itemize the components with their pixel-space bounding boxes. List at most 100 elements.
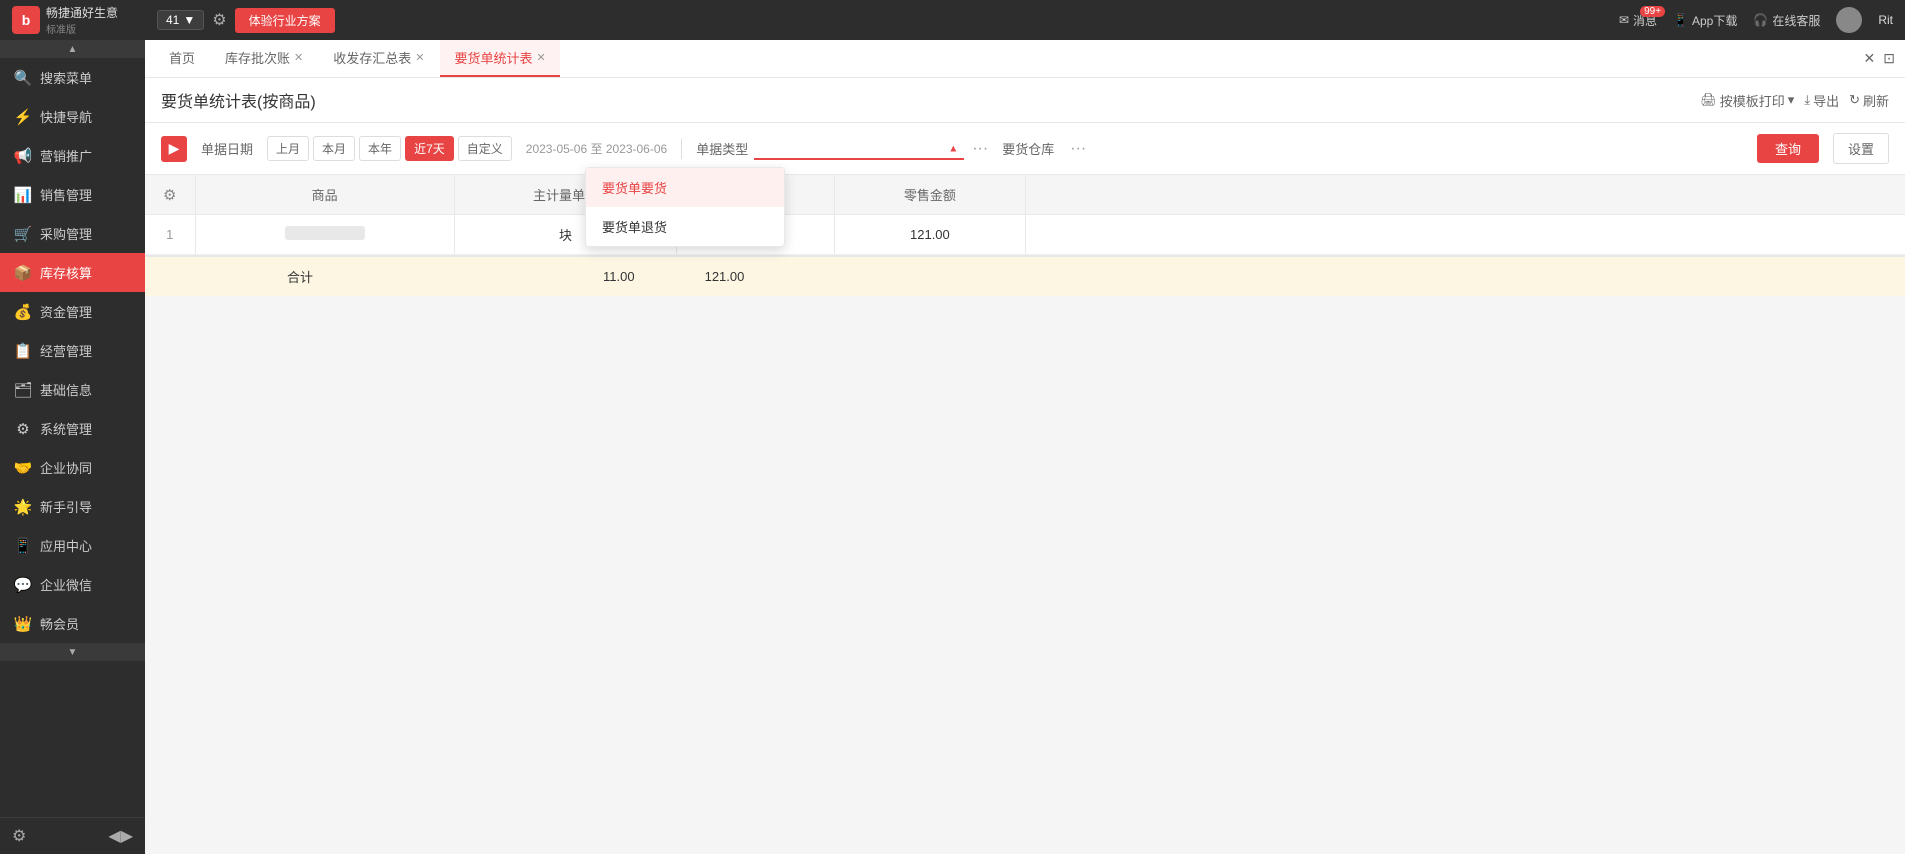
custom-btn[interactable]: 自定义 — [458, 136, 512, 161]
money-icon: 💰 — [14, 303, 32, 321]
table-row: 1 块 11.00 121.00 — [145, 215, 1905, 255]
megaphone-icon: 📢 — [14, 147, 32, 165]
page-header: 要货单统计表(按商品) 🖨 按模板打印 ▾ ⤓ 导出 ↻ 刷新 — [145, 78, 1905, 123]
date-label: 单据日期 — [201, 139, 253, 158]
sidebar-item-member[interactable]: 👑 畅会员 — [0, 604, 145, 643]
app-download-btn[interactable]: 📱 App下载 — [1673, 12, 1737, 29]
online-service-btn[interactable]: 🎧 在线客服 — [1753, 12, 1820, 29]
message-badge: 99+ — [1640, 6, 1665, 17]
table-container: ⚙ 商品 主计量单位 主数量 零售金额 1 — [145, 175, 1905, 255]
sidebar-item-label: 快捷导航 — [40, 107, 92, 126]
refresh-btn[interactable]: ↻ 刷新 — [1849, 91, 1889, 110]
col-extra — [1025, 175, 1905, 215]
crown-icon: 👑 — [14, 615, 32, 633]
dropdown-item-order-return[interactable]: 要货单退货 — [586, 207, 784, 246]
type-select[interactable] — [754, 137, 964, 160]
company-selector[interactable]: 41 ▼ — [157, 10, 204, 30]
type-select-wrapper[interactable] — [754, 137, 964, 160]
print-btn[interactable]: 🖨 按模板打印 ▾ — [1700, 91, 1794, 110]
type-dropdown: 要货单要货 要货单退货 — [585, 167, 785, 247]
sidebar-item-label: 采购管理 — [40, 224, 92, 243]
tab-inventory-batch[interactable]: 库存批次账 ✕ — [211, 40, 317, 77]
more-btn[interactable]: ··· — [972, 140, 988, 158]
maximize-icon[interactable]: ⊡ — [1883, 50, 1895, 67]
sidebar-item-label: 系统管理 — [40, 419, 92, 438]
chevron-down-icon: ▾ — [1788, 92, 1795, 108]
sidebar-item-inventory[interactable]: 📦 库存核算 — [0, 253, 145, 292]
this-year-btn[interactable]: 本年 — [359, 136, 401, 161]
product-cell — [195, 215, 454, 255]
sidebar-item-label: 企业协同 — [40, 458, 92, 477]
industry-btn[interactable]: 体验行业方案 — [235, 8, 335, 33]
content-area: 首页 库存批次账 ✕ 收发存汇总表 ✕ 要货单统计表 ✕ ✕ ⊡ 要 — [145, 40, 1905, 854]
dropdown-item-order-goods[interactable]: 要货单要货 — [586, 168, 784, 207]
sidebar-item-operations[interactable]: 📋 经营管理 — [0, 331, 145, 370]
collapse-icon[interactable]: ◀▶ — [108, 826, 133, 846]
sidebar-item-enterprise[interactable]: 🤝 企业协同 — [0, 448, 145, 487]
sidebar-item-base[interactable]: 🗂 基础信息 — [0, 370, 145, 409]
user-avatar[interactable] — [1836, 7, 1862, 33]
sidebar-item-label: 基础信息 — [40, 380, 92, 399]
export-icon: ⤓ — [1804, 92, 1810, 108]
sidebar-item-apps[interactable]: 📱 应用中心 — [0, 526, 145, 565]
filter-toggle-btn[interactable]: ▶ — [161, 136, 187, 162]
main-layout: ▲ 🔍 搜索菜单 ⚡ 快捷导航 📢 营销推广 📊 销售管理 🛒 采购管理 📦 库… — [0, 40, 1905, 854]
clipboard-icon: 📋 — [14, 342, 32, 360]
message-icon: ✉ — [1619, 13, 1629, 27]
7days-btn[interactable]: 近7天 — [405, 136, 454, 161]
page-title: 要货单统计表(按商品) — [161, 88, 316, 112]
app-name: 畅捷通好生意 — [46, 4, 118, 21]
type-filter: 单据类型 ··· — [696, 137, 988, 160]
settings-bottom-icon[interactable]: ⚙ — [12, 826, 26, 846]
chart-icon: 📊 — [14, 186, 32, 204]
sidebar-scroll-up[interactable]: ▲ — [0, 40, 145, 58]
type-label: 单据类型 — [696, 139, 748, 158]
tab-close-receive-summary[interactable]: ✕ — [415, 51, 424, 64]
tab-bar: 首页 库存批次账 ✕ 收发存汇总表 ✕ 要货单统计表 ✕ ✕ ⊡ — [145, 40, 1905, 78]
total-quantity: 11.00 — [603, 269, 635, 284]
this-month-btn[interactable]: 本月 — [313, 136, 355, 161]
data-table: ⚙ 商品 主计量单位 主数量 零售金额 1 — [145, 175, 1905, 255]
export-btn[interactable]: ⤓ 导出 — [1804, 91, 1839, 110]
tab-order-stats[interactable]: 要货单统计表 ✕ — [440, 40, 559, 77]
close-all-icon[interactable]: ✕ — [1864, 50, 1876, 67]
app-sub: 标准版 — [46, 21, 118, 36]
query-btn[interactable]: 查询 — [1757, 134, 1819, 163]
page-content: 要货单统计表(按商品) 🖨 按模板打印 ▾ ⤓ 导出 ↻ 刷新 — [145, 78, 1905, 854]
tab-close-order-stats[interactable]: ✕ — [537, 51, 546, 64]
settings-btn[interactable]: 设置 — [1833, 133, 1889, 164]
refresh-label: 刷新 — [1863, 91, 1889, 110]
table-footer: 合计 11.00 121.00 — [145, 255, 1905, 296]
sidebar-item-guide[interactable]: 🌟 新手引导 — [0, 487, 145, 526]
sidebar-item-search[interactable]: 🔍 搜索菜单 — [0, 58, 145, 97]
sidebar-scroll-down[interactable]: ▼ — [0, 643, 145, 661]
sidebar-item-label: 企业微信 — [40, 575, 92, 594]
headset-icon: 🎧 — [1753, 13, 1768, 27]
amount-cell: 121.00 — [835, 215, 1025, 255]
sidebar-item-marketing[interactable]: 📢 营销推广 — [0, 136, 145, 175]
tab-home[interactable]: 首页 — [155, 40, 209, 77]
sidebar-item-sales[interactable]: 📊 销售管理 — [0, 175, 145, 214]
print-label: 按模板打印 — [1720, 91, 1785, 110]
header-center: 41 ▼ ⚙ 体验行业方案 — [157, 8, 1619, 33]
printer-icon: 🖨 — [1700, 92, 1717, 108]
sidebar-item-shortcut[interactable]: ⚡ 快捷导航 — [0, 97, 145, 136]
sidebar-item-label: 资金管理 — [40, 302, 92, 321]
sidebar-item-system[interactable]: ⚙ 系统管理 — [0, 409, 145, 448]
sidebar-item-finance[interactable]: 💰 资金管理 — [0, 292, 145, 331]
tab-receive-summary[interactable]: 收发存汇总表 ✕ — [319, 40, 438, 77]
warehouse-more-btn[interactable]: ··· — [1070, 140, 1086, 158]
export-label: 导出 — [1813, 91, 1839, 110]
sidebar: ▲ 🔍 搜索菜单 ⚡ 快捷导航 📢 营销推广 📊 销售管理 🛒 采购管理 📦 库… — [0, 40, 145, 854]
header-right: ✉ 消息 99+ 📱 App下载 🎧 在线客服 Rit — [1619, 7, 1893, 33]
settings-icon[interactable]: ⚙ — [212, 10, 226, 30]
last-month-btn[interactable]: 上月 — [267, 136, 309, 161]
sidebar-item-purchase[interactable]: 🛒 采购管理 — [0, 214, 145, 253]
message-btn[interactable]: ✉ 消息 99+ — [1619, 12, 1657, 29]
tab-close-inventory-batch[interactable]: ✕ — [294, 51, 303, 64]
column-settings-icon[interactable]: ⚙ — [163, 187, 176, 204]
gear-icon: ⚙ — [14, 420, 32, 438]
total-label: 合计 — [287, 267, 313, 286]
filter-bar: ▶ 单据日期 上月 本月 本年 近7天 自定义 2023-05-06 至 202… — [145, 123, 1905, 175]
sidebar-item-wechat[interactable]: 💬 企业微信 — [0, 565, 145, 604]
